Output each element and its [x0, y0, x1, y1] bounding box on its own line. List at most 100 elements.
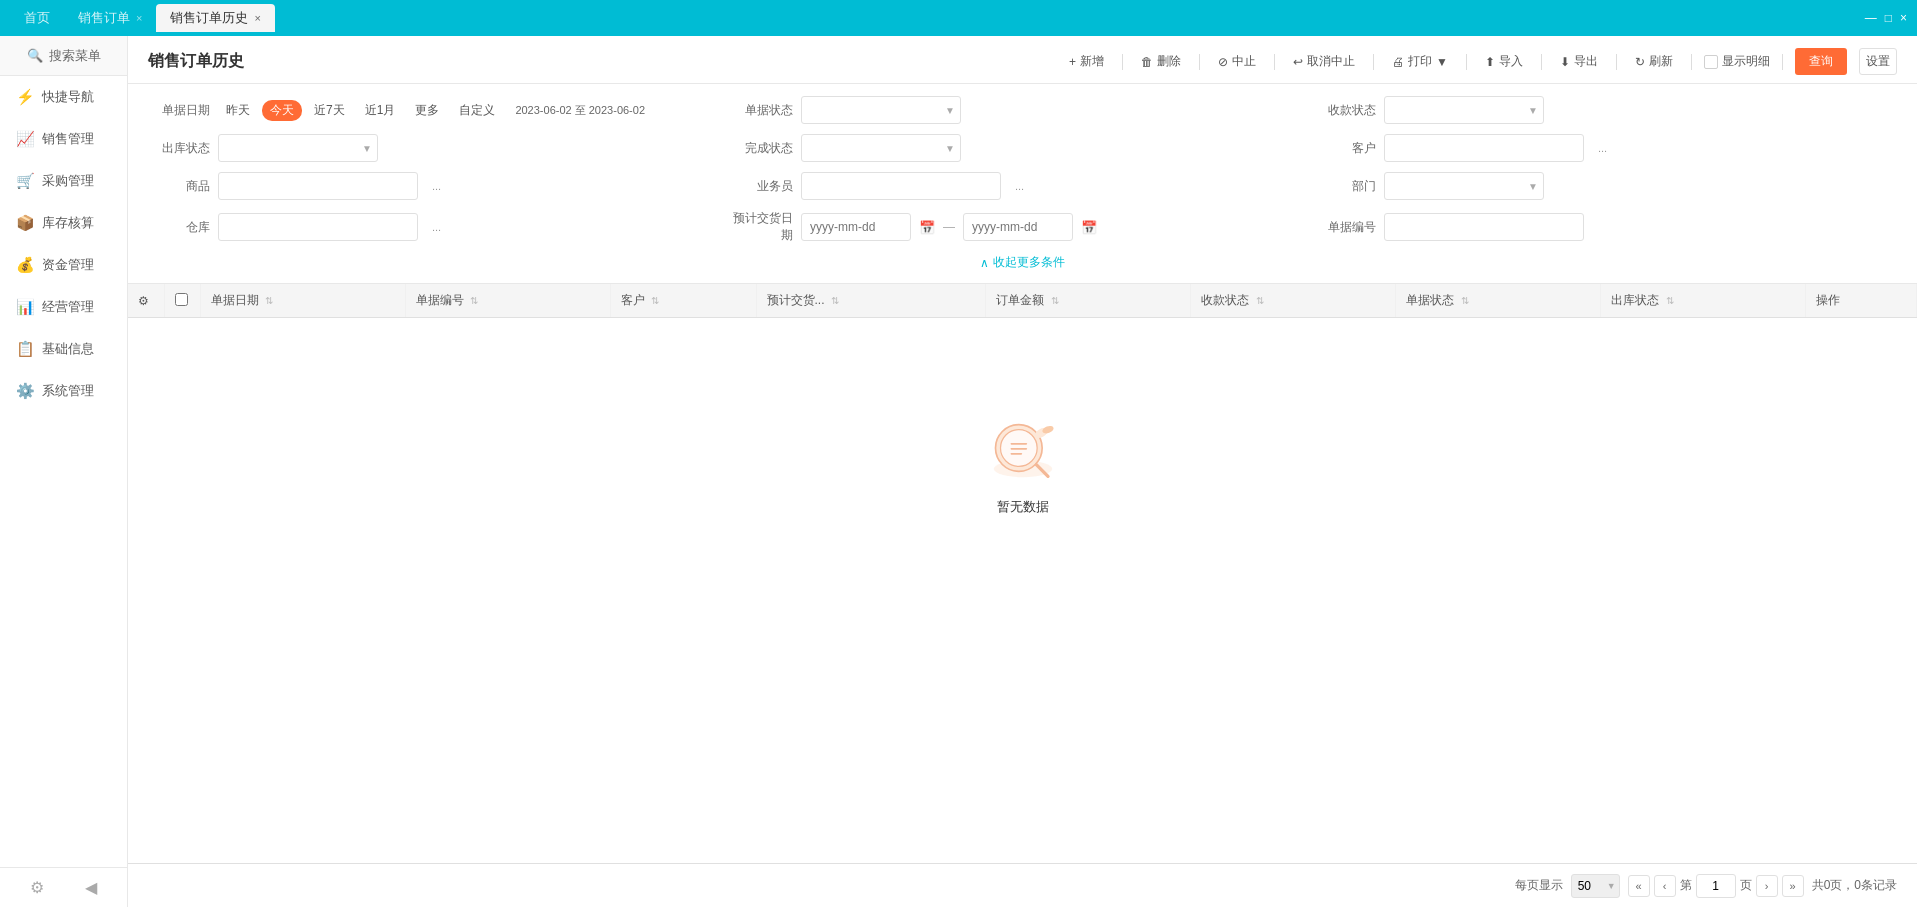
calendar-end-icon[interactable]: 📅	[1081, 220, 1097, 235]
col-payment-status[interactable]: 收款状态 ⇅	[1191, 284, 1396, 318]
goods-more-btn[interactable]: ...	[432, 180, 441, 192]
complete-status-select-wrap: ▼	[801, 134, 961, 162]
sidebar-search[interactable]: 🔍 搜索菜单	[0, 36, 127, 76]
expect-date-start[interactable]	[801, 213, 911, 241]
sidebar-item-operation-mgmt[interactable]: 📊 经营管理	[0, 286, 127, 328]
page-first-btn[interactable]: «	[1628, 875, 1650, 897]
refresh-button[interactable]: ↻ 刷新	[1629, 49, 1679, 74]
print-icon: 🖨	[1392, 55, 1404, 69]
window-maximize[interactable]: □	[1885, 11, 1892, 25]
tab-sales-order-history-close[interactable]: ×	[254, 12, 260, 24]
toolbar-divider-1	[1122, 54, 1123, 70]
sidebar-collapse-icon[interactable]: ◀	[85, 878, 97, 897]
settings-button[interactable]: 设置	[1859, 48, 1897, 75]
date-btn-1month[interactable]: 近1月	[357, 100, 404, 121]
col-no-label: 单据编号	[416, 293, 464, 307]
tab-sales-order-label: 销售订单	[78, 9, 130, 27]
col-customer[interactable]: 客户 ⇅	[610, 284, 756, 318]
date-range-btns: 昨天 今天 近7天 近1月 更多 自定义	[218, 100, 503, 121]
sidebar-item-sales-mgmt[interactable]: 📈 销售管理	[0, 118, 127, 160]
tab-sales-order-history[interactable]: 销售订单历史 ×	[156, 4, 274, 32]
col-customer-label: 客户	[621, 293, 645, 307]
salesman-input[interactable]	[801, 172, 1001, 200]
print-button[interactable]: 🖨 打印 ▼	[1386, 49, 1454, 74]
display-detail-checkbox[interactable]: 显示明细	[1704, 53, 1770, 70]
page-prefix: 第	[1680, 877, 1692, 894]
date-btn-today[interactable]: 今天	[262, 100, 302, 121]
data-table: ⚙ 单据日期 ⇅ 单据编号 ⇅ 客户	[128, 284, 1917, 318]
date-btn-custom[interactable]: 自定义	[451, 100, 503, 121]
filter-row-1: 单据日期 昨天 今天 近7天 近1月 更多 自定义 2023-06-02 至 2…	[148, 96, 1897, 124]
col-order-status-sort-icon: ⇅	[1461, 295, 1469, 306]
select-all-checkbox[interactable]	[175, 293, 188, 306]
customer-more-btn[interactable]: ...	[1598, 142, 1607, 154]
sidebar-item-finance-mgmt[interactable]: 💰 资金管理	[0, 244, 127, 286]
sidebar-settings-icon[interactable]: ⚙	[30, 878, 44, 897]
warehouse-more-btn[interactable]: ...	[432, 221, 441, 233]
col-expect-date[interactable]: 预计交货... ⇅	[756, 284, 986, 318]
col-operation: 操作	[1806, 284, 1917, 318]
cancel-stop-button[interactable]: ↩ 取消中止	[1287, 49, 1361, 74]
page-number-input[interactable]	[1696, 874, 1736, 898]
toolbar-divider-8	[1691, 54, 1692, 70]
import-icon: ⬆	[1485, 55, 1495, 69]
export-icon: ⬇	[1560, 55, 1570, 69]
warehouse-input[interactable]	[218, 213, 418, 241]
order-status-select[interactable]	[801, 96, 961, 124]
col-amount[interactable]: 订单金额 ⇅	[986, 284, 1191, 318]
new-button[interactable]: + 新增	[1063, 49, 1110, 74]
salesman-more-btn[interactable]: ...	[1015, 180, 1024, 192]
tab-home-label: 首页	[24, 9, 50, 27]
window-minimize[interactable]: —	[1865, 11, 1877, 25]
out-status-select[interactable]	[218, 134, 378, 162]
page-header: 销售订单历史 + 新增 🗑 删除 ⊘ 中止 ↩	[128, 36, 1917, 84]
sidebar-item-stock-calc[interactable]: 📦 库存核算	[0, 202, 127, 244]
dept-select[interactable]	[1384, 172, 1544, 200]
query-button[interactable]: 查询	[1795, 48, 1847, 75]
col-checkbox[interactable]	[164, 284, 200, 318]
dept-label: 部门	[1314, 178, 1384, 195]
stop-button[interactable]: ⊘ 中止	[1212, 49, 1262, 74]
col-order-status[interactable]: 单据状态 ⇅	[1396, 284, 1601, 318]
col-settings[interactable]: ⚙	[128, 284, 164, 318]
order-no-input[interactable]	[1384, 213, 1584, 241]
sidebar-item-system-mgmt[interactable]: ⚙️ 系统管理	[0, 370, 127, 412]
delete-button[interactable]: 🗑 删除	[1135, 49, 1187, 74]
col-out-status[interactable]: 出库状态 ⇅	[1601, 284, 1806, 318]
calendar-start-icon[interactable]: 📅	[919, 220, 935, 235]
collapse-btn[interactable]: ∧ 收起更多条件	[148, 254, 1897, 271]
complete-status-select[interactable]	[801, 134, 961, 162]
expect-date-end[interactable]	[963, 213, 1073, 241]
col-no[interactable]: 单据编号 ⇅	[405, 284, 610, 318]
window-close[interactable]: ×	[1900, 11, 1907, 25]
expect-date-field: 📅 — 📅	[801, 213, 1314, 241]
sidebar-item-basic-info[interactable]: 📋 基础信息	[0, 328, 127, 370]
tab-sales-order[interactable]: 销售订单 ×	[64, 4, 156, 32]
salesman-field: ...	[801, 172, 1314, 200]
page-next-btn[interactable]: ›	[1756, 875, 1778, 897]
sidebar-item-quick-nav[interactable]: ⚡ 快捷导航	[0, 76, 127, 118]
goods-field: ...	[218, 172, 731, 200]
col-date[interactable]: 单据日期 ⇅	[200, 284, 405, 318]
goods-input[interactable]	[218, 172, 418, 200]
sidebar-item-purchase-mgmt[interactable]: 🛒 采购管理	[0, 160, 127, 202]
date-label: 单据日期	[148, 102, 218, 119]
payment-status-select[interactable]	[1384, 96, 1544, 124]
date-btn-7days[interactable]: 近7天	[306, 100, 353, 121]
page-prev-btn[interactable]: ‹	[1654, 875, 1676, 897]
page-last-btn[interactable]: »	[1782, 875, 1804, 897]
per-page-select[interactable]: 10 20 50 100	[1571, 874, 1620, 898]
import-button[interactable]: ⬆ 导入	[1479, 49, 1529, 74]
export-button[interactable]: ⬇ 导出	[1554, 49, 1604, 74]
tab-sales-order-close[interactable]: ×	[136, 12, 142, 24]
tab-home[interactable]: 首页	[10, 4, 64, 32]
salesman-label: 业务员	[731, 178, 801, 195]
cancel-stop-label: 取消中止	[1307, 53, 1355, 70]
sidebar-item-purchase-mgmt-label: 采购管理	[42, 172, 94, 190]
expect-date-label: 预计交货日期	[731, 210, 801, 244]
date-btn-more[interactable]: 更多	[407, 100, 447, 121]
display-detail-cb-box	[1704, 55, 1718, 69]
top-bar-right: — □ ×	[1865, 11, 1907, 25]
customer-input[interactable]	[1384, 134, 1584, 162]
date-btn-yesterday[interactable]: 昨天	[218, 100, 258, 121]
